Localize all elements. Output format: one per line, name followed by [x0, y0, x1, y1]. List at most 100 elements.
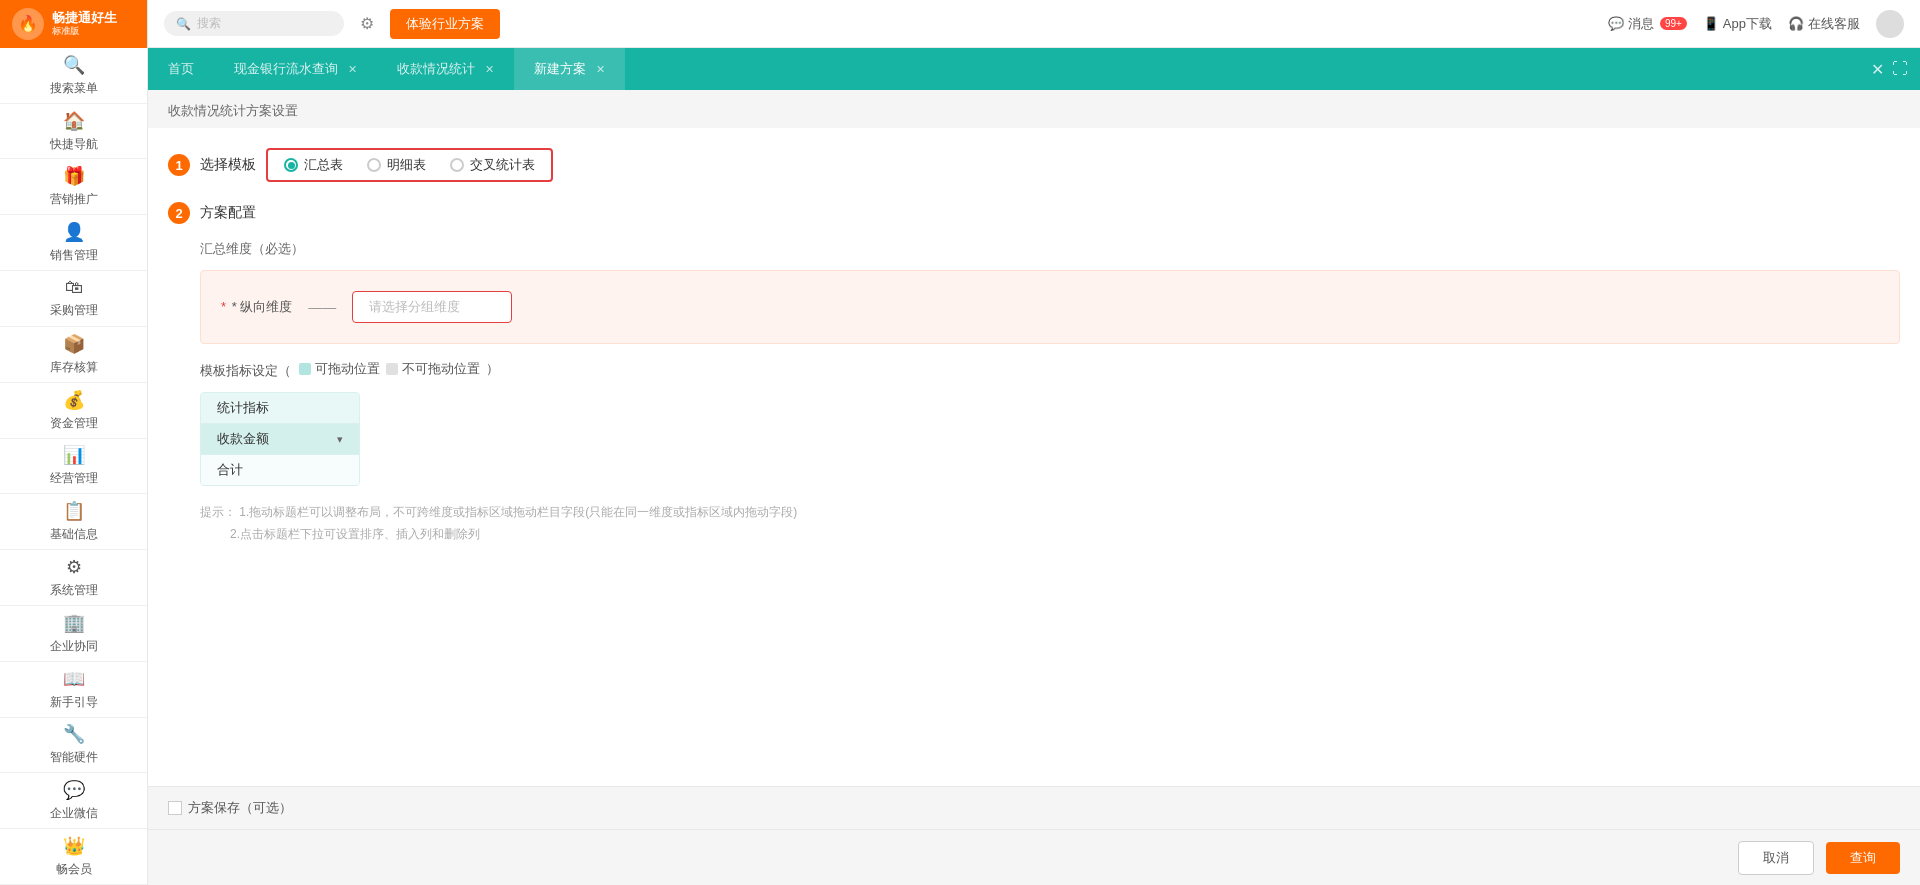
notification-item[interactable]: 💬 消息 99+ [1608, 15, 1687, 33]
section-num-2: 2 [168, 202, 190, 224]
breadcrumb: 收款情况统计方案设置 [148, 90, 1920, 128]
search-box[interactable]: 🔍 搜索 [164, 11, 344, 36]
tab-receipt-stats[interactable]: 收款情况统计 ✕ [377, 48, 514, 90]
sidebar-item-search-menu[interactable]: 🔍 搜索菜单 [0, 48, 147, 104]
legend-fixed: 不可拖动位置 [386, 360, 480, 378]
radio-circle-detail [367, 158, 381, 172]
dimension-select[interactable]: 请选择分组维度 [352, 291, 512, 323]
indicator-col-amount[interactable]: 收款金额 ▾ [201, 424, 359, 455]
sidebar-item-hardware[interactable]: 🔧 智能硬件 [0, 718, 147, 774]
tab-new-plan-close[interactable]: ✕ [596, 63, 605, 76]
content-body: 1 选择模板 汇总表 明细表 交叉统计表 [148, 128, 1920, 786]
indicator-tables: 统计指标 收款金额 ▾ 合计 [200, 392, 1900, 486]
logo-icon: 🔥 [12, 8, 44, 40]
chevron-down-icon[interactable]: ▾ [337, 433, 343, 446]
radio-summary[interactable]: 汇总表 [284, 156, 343, 174]
cancel-button[interactable]: 取消 [1738, 841, 1814, 875]
radio-circle-cross [450, 158, 464, 172]
tab-receipt-stats-close[interactable]: ✕ [485, 63, 494, 76]
section-config-title: 2 方案配置 [168, 202, 1900, 224]
indicator-table: 统计指标 收款金额 ▾ 合计 [200, 392, 360, 486]
required-asterisk: * [221, 299, 226, 314]
topbar: 🔍 搜索 ⚙ 体验行业方案 💬 消息 99+ 📱 App下载 🎧 在线客服 [148, 0, 1920, 48]
settings-icon[interactable]: ⚙ [360, 14, 374, 33]
sidebar-item-marketing[interactable]: 🎁 营销推广 [0, 159, 147, 215]
indicator-legend-row: 模板指标设定（ 可拖动位置 不可拖动位置 ） [200, 360, 1900, 380]
tabbar-controls: ✕ ⛶ [1871, 60, 1920, 79]
sidebar-item-wechat[interactable]: 💬 企业微信 [0, 773, 147, 829]
chart-icon: 📊 [63, 444, 85, 466]
indicator-row-total: 合计 [201, 455, 359, 485]
dimension-row-label: * * 纵向维度 [221, 298, 292, 316]
avatar[interactable] [1876, 10, 1904, 38]
section-num-1: 1 [168, 154, 190, 176]
sidebar-logo: 🔥 畅捷通好生 标准版 [0, 0, 147, 48]
tab-bank-flow[interactable]: 现金银行流水查询 ✕ [214, 48, 377, 90]
bag-icon: 🛍 [65, 277, 83, 298]
section-config-body: 汇总维度（必选） * * 纵向维度 —— 请选择分组维度 [168, 240, 1900, 545]
money-icon: 💰 [63, 389, 85, 411]
sidebar-item-quick-nav[interactable]: 🏠 快捷导航 [0, 104, 147, 160]
trial-button[interactable]: 体验行业方案 [390, 9, 500, 39]
box-icon: 📦 [63, 333, 85, 355]
book-icon: 📖 [63, 668, 85, 690]
sidebar-item-enterprise[interactable]: 🏢 企业协同 [0, 606, 147, 662]
section-template: 1 选择模板 汇总表 明细表 交叉统计表 [168, 148, 1900, 182]
search-icon: 🔍 [176, 17, 191, 31]
indicator-table-header: 统计指标 [201, 393, 359, 424]
tabbar: 首页 现金银行流水查询 ✕ 收款情况统计 ✕ 新建方案 ✕ ✕ ⛶ [148, 48, 1920, 90]
sidebar-item-sales[interactable]: 👤 销售管理 [0, 215, 147, 271]
radio-cross[interactable]: 交叉统计表 [450, 156, 535, 174]
building-icon: 🏢 [63, 612, 85, 634]
save-plan-checkbox[interactable]: 方案保存（可选） [168, 799, 292, 817]
query-button[interactable]: 查询 [1826, 842, 1900, 874]
download-item[interactable]: 📱 App下载 [1703, 15, 1772, 33]
service-item[interactable]: 🎧 在线客服 [1788, 15, 1860, 33]
sidebar: 🔥 畅捷通好生 标准版 🔍 搜索菜单 🏠 快捷导航 🎁 营销推广 👤 销售管理 … [0, 0, 148, 885]
footer: 取消 查询 [148, 829, 1920, 885]
hardware-icon: 🔧 [63, 723, 85, 745]
crown-icon: 👑 [63, 835, 85, 857]
sidebar-item-member[interactable]: 👑 畅会员 [0, 829, 147, 885]
section-label-2: 方案配置 [200, 204, 256, 222]
checkbox-box[interactable] [168, 801, 182, 815]
tab-maximize-icon[interactable]: ⛶ [1892, 60, 1908, 78]
gift-icon: 🎁 [63, 165, 85, 187]
tab-close-all-icon[interactable]: ✕ [1871, 60, 1884, 79]
sidebar-item-inventory[interactable]: 📦 库存核算 [0, 327, 147, 383]
chat-icon: 💬 [63, 779, 85, 801]
tab-new-plan[interactable]: 新建方案 ✕ [514, 48, 625, 90]
section-template-title: 1 选择模板 汇总表 明细表 交叉统计表 [168, 148, 1900, 182]
sidebar-item-basic-info[interactable]: 📋 基础信息 [0, 494, 147, 550]
tips-section: 提示： 1.拖动标题栏可以调整布局，不可跨维度或指标区域拖动栏目字段(只能在同一… [200, 502, 1900, 545]
tab-home[interactable]: 首页 [148, 48, 214, 90]
section-label-1: 选择模板 [200, 156, 256, 174]
sidebar-item-system[interactable]: ⚙ 系统管理 [0, 550, 147, 606]
service-icon: 🎧 [1788, 16, 1804, 31]
section-config: 2 方案配置 汇总维度（必选） * * 纵向维度 —— 请选择分组维度 [168, 202, 1900, 545]
legend-items: 可拖动位置 不可拖动位置 ） [299, 360, 499, 378]
sidebar-item-purchase[interactable]: 🛍 采购管理 [0, 271, 147, 327]
legend-draggable-dot [299, 363, 311, 375]
radio-detail[interactable]: 明细表 [367, 156, 426, 174]
sidebar-item-guide[interactable]: 📖 新手引导 [0, 662, 147, 718]
legend-draggable: 可拖动位置 [299, 360, 380, 378]
tip-2-text: 2.点击标题栏下拉可设置排序、插入列和删除列 [230, 527, 480, 541]
home-icon: 🏠 [63, 110, 85, 132]
content-area: 收款情况统计方案设置 1 选择模板 汇总表 明细表 [148, 90, 1920, 885]
radio-circle-summary [284, 158, 298, 172]
download-icon: 📱 [1703, 16, 1719, 31]
tip-label: 提示： [200, 505, 236, 519]
template-radio-group: 汇总表 明细表 交叉统计表 [266, 148, 553, 182]
dimension-area: * * 纵向维度 —— 请选择分组维度 [200, 270, 1900, 344]
tip-2: 2.点击标题栏下拉可设置排序、插入列和删除列 [200, 524, 1900, 546]
clipboard-icon: 📋 [63, 500, 85, 522]
bottom-section: 方案保存（可选） [148, 786, 1920, 829]
tab-bank-flow-close[interactable]: ✕ [348, 63, 357, 76]
sidebar-item-operations[interactable]: 📊 经营管理 [0, 439, 147, 495]
dimension-row: * * 纵向维度 —— 请选择分组维度 [221, 291, 1879, 323]
notification-icon: 💬 [1608, 16, 1624, 31]
sidebar-item-finance[interactable]: 💰 资金管理 [0, 383, 147, 439]
user-icon: 👤 [63, 221, 85, 243]
search-menu-icon: 🔍 [63, 54, 85, 76]
